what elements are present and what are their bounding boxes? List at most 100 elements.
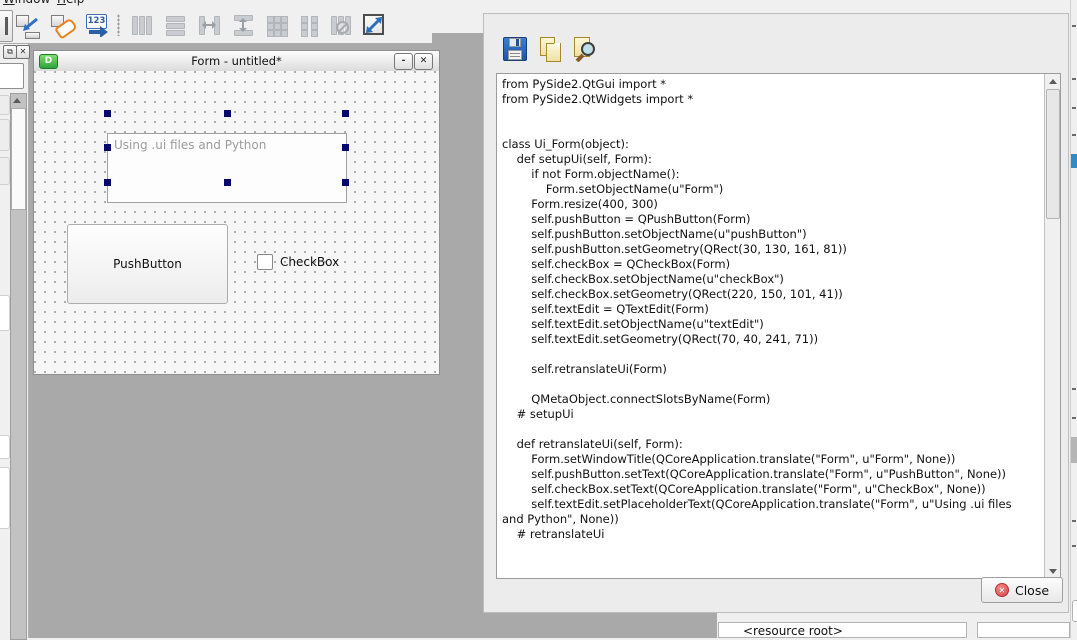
code-line: self.retranslateUi(Form) xyxy=(502,362,1043,377)
code-scrollbar[interactable] xyxy=(1044,74,1060,578)
edit-tab-order-icon[interactable]: 123 xyxy=(82,10,112,40)
selection-handle[interactable] xyxy=(224,179,231,186)
selection-handle[interactable] xyxy=(342,144,349,151)
mdi-area-bottom-sliver xyxy=(483,612,717,638)
code-line: self.checkBox.setObjectName(u"checkBox") xyxy=(502,272,1043,287)
code-line xyxy=(502,122,1043,137)
break-layout-icon[interactable] xyxy=(326,10,356,40)
code-line: from PySide2.QtWidgets import * xyxy=(502,92,1043,107)
widget-box-item[interactable] xyxy=(0,119,10,151)
selection-handle[interactable] xyxy=(342,110,349,117)
widget-box-scrollbar[interactable] xyxy=(10,93,27,640)
checkbox-label: CheckBox xyxy=(280,255,339,269)
code-line: QMetaObject.connectSlotsByName(Form) xyxy=(502,392,1043,407)
dock-close-icon[interactable]: ✕ xyxy=(16,45,30,59)
widget-box-item[interactable] xyxy=(0,467,10,529)
code-line: Form.resize(400, 300) xyxy=(502,197,1043,212)
code-line: if not Form.objectName(): xyxy=(502,167,1043,182)
code-line: self.checkBox.setText(QCoreApplication.t… xyxy=(502,482,1043,497)
code-dialog-toolbar xyxy=(502,36,598,62)
code-line: # setupUi xyxy=(502,407,1043,422)
code-line xyxy=(502,107,1043,122)
layout-horizontal-splitter-icon[interactable] xyxy=(194,10,224,40)
widget-box-item[interactable] xyxy=(0,295,10,331)
code-line: self.checkBox = QCheckBox(Form) xyxy=(502,257,1043,272)
widget-box-item[interactable] xyxy=(0,157,10,185)
dock-float-icon[interactable]: ⧉ xyxy=(3,45,17,59)
code-editor[interactable]: from PySide2.QtGui import *from PySide2.… xyxy=(496,73,1061,579)
scroll-up-icon[interactable] xyxy=(1045,74,1060,88)
code-line: self.textEdit.setPlaceholderText(QCoreAp… xyxy=(502,497,1043,512)
textedit-widget[interactable]: Using .ui files and Python xyxy=(107,133,347,203)
menu-bar: Window Help xyxy=(0,0,1077,8)
code-line xyxy=(502,347,1043,362)
layout-horizontal-icon[interactable] xyxy=(126,10,156,40)
code-line: def retranslateUi(self, Form): xyxy=(502,437,1043,452)
close-button-icon: ✕ xyxy=(995,583,1009,597)
form-canvas[interactable]: Using .ui files and Python PushButton Ch… xyxy=(34,71,439,373)
code-line: self.textEdit = QTextEdit(Form) xyxy=(502,302,1043,317)
code-line xyxy=(502,422,1043,437)
pushbutton-label: PushButton xyxy=(113,257,182,271)
code-line: self.textEdit.setObjectName(u"textEdit") xyxy=(502,317,1043,332)
selection-handle[interactable] xyxy=(104,110,111,117)
checkbox-widget[interactable]: CheckBox xyxy=(257,254,339,270)
checkbox-indicator[interactable] xyxy=(257,254,273,270)
save-icon[interactable] xyxy=(502,36,528,62)
resource-root-item[interactable]: <resource root> xyxy=(719,623,966,638)
code-text: from PySide2.QtGui import *from PySide2.… xyxy=(502,77,1043,578)
adjust-size-icon[interactable] xyxy=(359,10,389,40)
layout-vertical-splitter-icon[interactable] xyxy=(228,10,258,40)
selection-handle[interactable] xyxy=(224,110,231,117)
code-line: self.pushButton.setText(QCoreApplication… xyxy=(502,467,1043,482)
widget-box-panel: ⧉ ✕ xyxy=(0,43,29,638)
menu-help[interactable]: Help xyxy=(57,0,84,6)
form-window-title: Form - untitled* xyxy=(34,54,439,68)
pushbutton-widget[interactable]: PushButton xyxy=(67,224,228,304)
close-button-label: Close xyxy=(1015,583,1049,598)
selection-handle[interactable] xyxy=(342,179,349,186)
layout-grid-icon[interactable] xyxy=(262,10,292,40)
form-close-button[interactable]: ✕ xyxy=(414,53,433,70)
resource-tree-panel[interactable]: <resource root> xyxy=(718,622,967,638)
code-line: # retranslateUi xyxy=(502,527,1043,542)
code-line: self.pushButton = QPushButton(Form) xyxy=(502,212,1043,227)
code-line: self.checkBox.setGeometry(QRect(220, 150… xyxy=(502,287,1043,302)
mdi-area-top-sliver xyxy=(432,33,483,43)
widget-box-item[interactable] xyxy=(0,95,10,115)
find-icon[interactable] xyxy=(572,36,598,62)
scrollbar-thumb[interactable] xyxy=(1046,89,1060,219)
selection-handle[interactable] xyxy=(104,144,111,151)
selection-handle[interactable] xyxy=(104,179,111,186)
code-line: Form.setWindowTitle(QCoreApplication.tra… xyxy=(502,452,1043,467)
layout-vertical-icon[interactable] xyxy=(160,10,190,40)
property-editor-sliver xyxy=(1070,0,1077,638)
edit-signals-slots-icon[interactable] xyxy=(12,10,42,40)
widget-box-search-input[interactable] xyxy=(0,63,24,89)
main-toolbar: 123 xyxy=(0,8,432,44)
copy-icon[interactable] xyxy=(537,36,563,62)
scroll-up-icon[interactable] xyxy=(13,98,21,103)
code-line xyxy=(502,377,1043,392)
resource-list-panel[interactable] xyxy=(977,622,1070,638)
close-button[interactable]: ✕ Close xyxy=(981,577,1063,603)
form-window-titlebar[interactable]: D Form - untitled* - ✕ xyxy=(34,51,439,72)
code-line: self.pushButton.setObjectName(u"pushButt… xyxy=(502,227,1043,242)
layout-form-icon[interactable] xyxy=(294,10,324,40)
form-designer-window: D Form - untitled* - ✕ Using .ui files a… xyxy=(33,50,440,375)
scroll-down-icon[interactable] xyxy=(1045,564,1060,578)
menu-window[interactable]: Window xyxy=(3,0,50,6)
code-line: self.pushButton.setGeometry(QRect(30, 13… xyxy=(502,242,1043,257)
widget-box-item[interactable] xyxy=(0,435,10,459)
code-preview-dialog: from PySide2.QtGui import *from PySide2.… xyxy=(483,13,1069,613)
selected-property-row[interactable] xyxy=(1071,154,1077,168)
edit-buddies-icon[interactable] xyxy=(47,10,77,40)
code-line: class Ui_Form(object): xyxy=(502,137,1043,152)
code-line: self.textEdit.setGeometry(QRect(70, 40, … xyxy=(502,332,1043,347)
scrollbar-thumb[interactable] xyxy=(11,108,26,210)
code-line: def setupUi(self, Form): xyxy=(502,152,1043,167)
resource-browser-dock: <resource root> xyxy=(717,612,1077,638)
code-line: Form.setObjectName(u"Form") xyxy=(502,182,1043,197)
textedit-placeholder: Using .ui files and Python xyxy=(108,134,346,156)
form-minimize-button[interactable]: - xyxy=(394,53,413,70)
